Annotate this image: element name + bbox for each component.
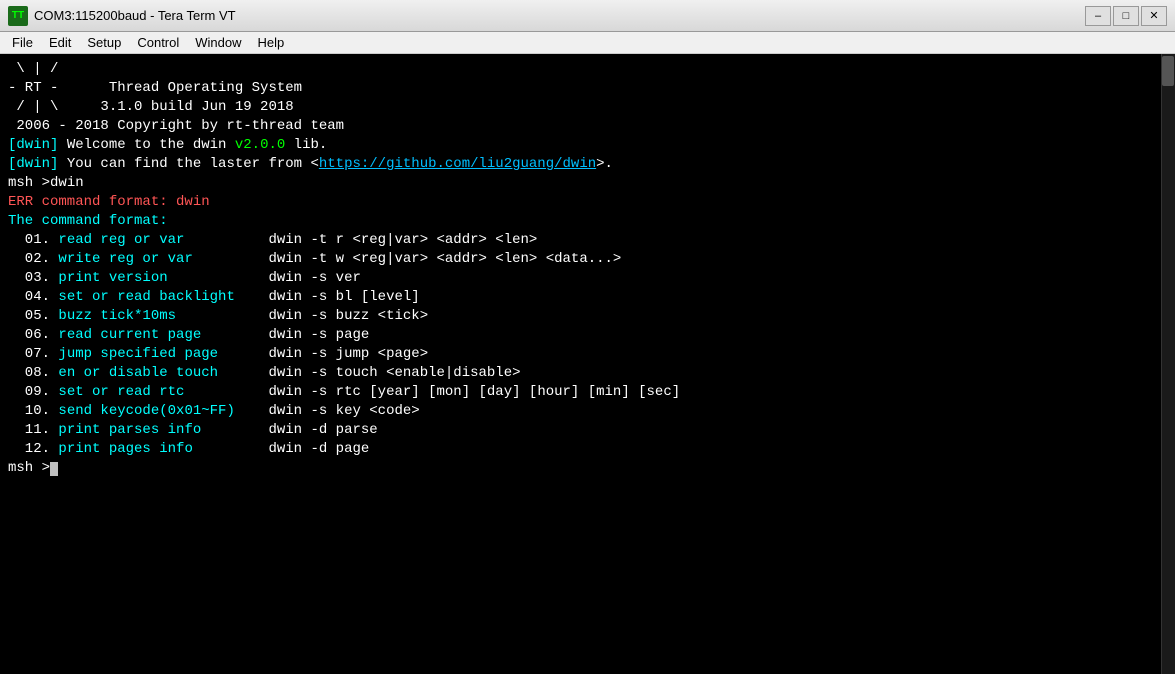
menu-item-file[interactable]: File <box>4 33 41 52</box>
terminal-line-21: 12. print pages info dwin -d page <box>8 440 1167 459</box>
menu-bar: FileEditSetupControlWindowHelp <box>0 32 1175 54</box>
cursor <box>50 462 58 476</box>
menu-item-help[interactable]: Help <box>250 33 293 52</box>
close-button[interactable]: ✕ <box>1141 6 1167 26</box>
terminal-line-17: 08. en or disable touch dwin -s touch <e… <box>8 364 1167 383</box>
terminal-line-12: 03. print version dwin -s ver <box>8 269 1167 288</box>
menu-item-edit[interactable]: Edit <box>41 33 79 52</box>
terminal-line-2: - RT - Thread Operating System <box>8 79 1167 98</box>
terminal-line-18: 09. set or read rtc dwin -s rtc [year] [… <box>8 383 1167 402</box>
terminal-line-5: [dwin] Welcome to the dwin v2.0.0 lib. <box>8 136 1167 155</box>
terminal-line-7: msh >dwin <box>8 174 1167 193</box>
terminal-line-1: \ | / <box>8 60 1167 79</box>
minimize-button[interactable]: – <box>1085 6 1111 26</box>
terminal-line-15: 06. read current page dwin -s page <box>8 326 1167 345</box>
title-bar-left: TT COM3:115200baud - Tera Term VT <box>8 6 236 26</box>
terminal-line-11: 02. write reg or var dwin -t w <reg|var>… <box>8 250 1167 269</box>
window-title: COM3:115200baud - Tera Term VT <box>34 8 236 23</box>
terminal-line-9: The command format: <box>8 212 1167 231</box>
terminal-line-22: msh > <box>8 459 1167 478</box>
terminal-line-3: / | \ 3.1.0 build Jun 19 2018 <box>8 98 1167 117</box>
terminal-line-16: 07. jump specified page dwin -s jump <pa… <box>8 345 1167 364</box>
title-bar: TT COM3:115200baud - Tera Term VT – □ ✕ <box>0 0 1175 32</box>
app-icon-text: TT <box>12 10 24 21</box>
title-bar-controls: – □ ✕ <box>1085 6 1167 26</box>
terminal-line-19: 10. send keycode(0x01~FF) dwin -s key <c… <box>8 402 1167 421</box>
app-icon: TT <box>8 6 28 26</box>
menu-item-window[interactable]: Window <box>187 33 249 52</box>
terminal-line-14: 05. buzz tick*10ms dwin -s buzz <tick> <box>8 307 1167 326</box>
terminal-line-4: 2006 - 2018 Copyright by rt-thread team <box>8 117 1167 136</box>
maximize-button[interactable]: □ <box>1113 6 1139 26</box>
menu-item-setup[interactable]: Setup <box>79 33 129 52</box>
terminal-line-6: [dwin] You can find the laster from <htt… <box>8 155 1167 174</box>
terminal[interactable]: \ | / - RT - Thread Operating System / |… <box>0 54 1175 674</box>
scrollbar-thumb[interactable] <box>1162 56 1174 86</box>
menu-item-control[interactable]: Control <box>129 33 187 52</box>
scrollbar[interactable] <box>1161 54 1175 674</box>
terminal-line-10: 01. read reg or var dwin -t r <reg|var> … <box>8 231 1167 250</box>
terminal-line-20: 11. print parses info dwin -d parse <box>8 421 1167 440</box>
terminal-line-8: ERR command format: dwin <box>8 193 1167 212</box>
terminal-line-13: 04. set or read backlight dwin -s bl [le… <box>8 288 1167 307</box>
